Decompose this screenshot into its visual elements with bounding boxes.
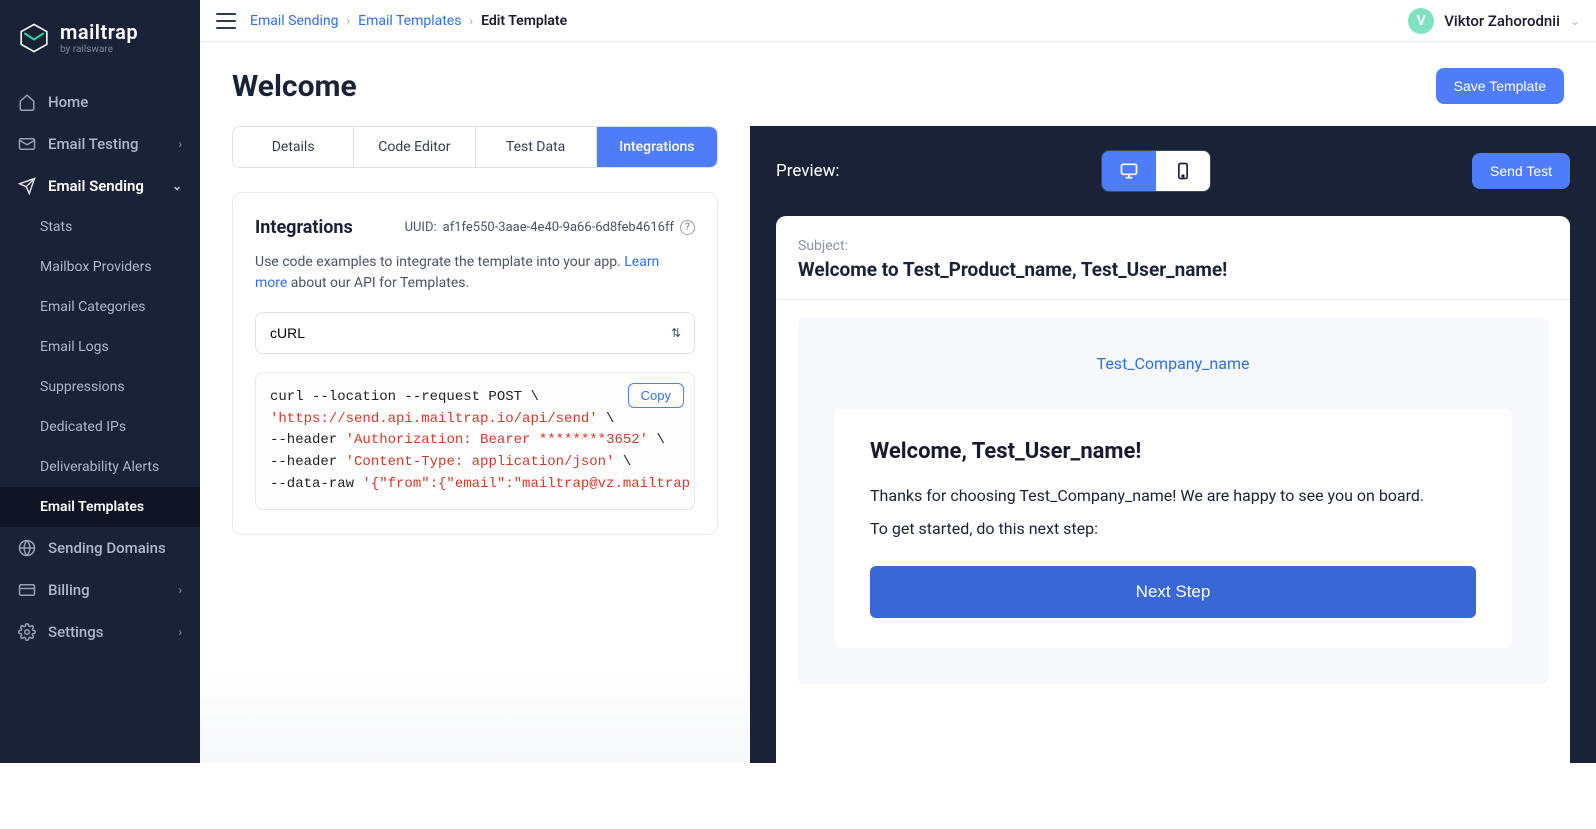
crumb-current: Edit Template — [481, 13, 567, 29]
save-template-button[interactable]: Save Template — [1436, 68, 1564, 104]
subject-label: Subject: — [798, 238, 1548, 254]
nav-deliverability-alerts[interactable]: Deliverability Alerts — [0, 447, 200, 487]
nav-billing[interactable]: Billing › — [0, 569, 200, 611]
copy-button[interactable]: Copy — [628, 383, 684, 408]
device-toggle — [1101, 150, 1211, 192]
help-icon[interactable]: ? — [680, 220, 695, 235]
chevron-right-icon: › — [347, 14, 351, 28]
card-icon — [18, 581, 36, 599]
mobile-view-button[interactable] — [1156, 151, 1210, 191]
subject-text: Welcome to Test_Product_name, Test_User_… — [798, 258, 1548, 281]
nav-email-logs[interactable]: Email Logs — [0, 327, 200, 367]
tab-details[interactable]: Details — [233, 127, 353, 167]
crumb-email-sending[interactable]: Email Sending — [250, 13, 339, 29]
language-select-input[interactable]: cURL — [255, 312, 695, 354]
brand-sub: by railsware — [60, 44, 138, 55]
nav-stats[interactable]: Stats — [0, 207, 200, 247]
email-paragraph: Thanks for choosing Test_Company_name! W… — [870, 486, 1476, 505]
uuid-display: UUID: af1fe550-3aae-4e40-9a66-6d8feb4616… — [405, 220, 695, 235]
preview-toolbar: Preview: Send Test — [776, 150, 1570, 192]
page-header: Welcome Save Template — [200, 42, 1596, 126]
chevron-right-icon: › — [178, 583, 182, 597]
editor-pane: Details Code Editor Test Data Integratio… — [200, 126, 750, 763]
globe-icon — [18, 539, 36, 557]
desktop-view-button[interactable] — [1102, 151, 1156, 191]
chevron-right-icon: › — [178, 137, 182, 151]
integrations-title: Integrations — [255, 217, 353, 238]
chevron-right-icon: › — [469, 14, 473, 28]
nav-settings[interactable]: Settings › — [0, 611, 200, 653]
mobile-icon — [1173, 161, 1193, 181]
user-menu[interactable]: V Viktor Zahorodnii ⌄ — [1408, 8, 1580, 34]
breadcrumb: Email Sending › Email Templates › Edit T… — [250, 13, 567, 29]
email-body: Test_Company_name Welcome, Test_User_nam… — [798, 318, 1548, 684]
avatar: V — [1408, 8, 1434, 34]
nav-dedicated-ips[interactable]: Dedicated IPs — [0, 407, 200, 447]
tab-integrations[interactable]: Integrations — [596, 127, 717, 167]
desktop-icon — [1119, 161, 1139, 181]
page-title: Welcome — [232, 69, 357, 104]
preview-label: Preview: — [776, 161, 840, 181]
divider — [776, 299, 1570, 300]
integrations-card: Integrations UUID: af1fe550-3aae-4e40-9a… — [232, 192, 718, 535]
chevron-right-icon: › — [178, 625, 182, 639]
editor-tabs: Details Code Editor Test Data Integratio… — [232, 126, 718, 168]
nav-suppressions[interactable]: Suppressions — [0, 367, 200, 407]
tab-code-editor[interactable]: Code Editor — [353, 127, 474, 167]
nav-email-categories[interactable]: Email Categories — [0, 287, 200, 327]
logo[interactable]: mailtrap by railsware — [0, 0, 200, 73]
home-icon — [18, 93, 36, 111]
nav-mailbox-providers[interactable]: Mailbox Providers — [0, 247, 200, 287]
nav-email-templates[interactable]: Email Templates — [0, 487, 200, 527]
nav-sending-domains[interactable]: Sending Domains — [0, 527, 200, 569]
topbar: Email Sending › Email Templates › Edit T… — [200, 0, 1596, 42]
next-step-button[interactable]: Next Step — [870, 566, 1476, 618]
menu-toggle-icon[interactable] — [216, 13, 236, 29]
email-heading: Welcome, Test_User_name! — [870, 439, 1476, 464]
tab-test-data[interactable]: Test Data — [475, 127, 596, 167]
preview-pane: Preview: Send Test Subject: Welcome to T… — [750, 126, 1596, 763]
sidebar: mailtrap by railsware Home Email Testing… — [0, 0, 200, 763]
gear-icon — [18, 623, 36, 641]
nav-email-testing[interactable]: Email Testing › — [0, 123, 200, 165]
user-name: Viktor Zahorodnii — [1444, 12, 1560, 30]
email-paragraph: To get started, do this next step: — [870, 519, 1476, 538]
language-select[interactable]: cURL — [255, 312, 695, 354]
chevron-down-icon: ⌄ — [172, 179, 182, 193]
nav-home[interactable]: Home — [0, 81, 200, 123]
code-example: Copycurl --location --request POST \ 'ht… — [255, 372, 695, 510]
send-icon — [18, 177, 36, 195]
mail-check-icon — [18, 135, 36, 153]
chevron-down-icon: ⌄ — [1570, 14, 1580, 28]
company-name: Test_Company_name — [834, 354, 1512, 373]
main: Email Sending › Email Templates › Edit T… — [200, 0, 1596, 763]
integrations-desc: Use code examples to integrate the templ… — [255, 252, 695, 294]
nav: Home Email Testing › Email Sending ⌄ Sta… — [0, 81, 200, 653]
crumb-email-templates[interactable]: Email Templates — [358, 13, 461, 29]
brand-name: mailtrap — [60, 20, 138, 44]
nav-email-sending[interactable]: Email Sending ⌄ — [0, 165, 200, 207]
logo-icon — [18, 22, 50, 54]
preview-frame: Subject: Welcome to Test_Product_name, T… — [776, 216, 1570, 829]
uuid-value: af1fe550-3aae-4e40-9a66-6d8feb4616ff — [443, 220, 674, 235]
send-test-button[interactable]: Send Test — [1472, 153, 1570, 189]
email-card: Welcome, Test_User_name! Thanks for choo… — [834, 409, 1512, 648]
